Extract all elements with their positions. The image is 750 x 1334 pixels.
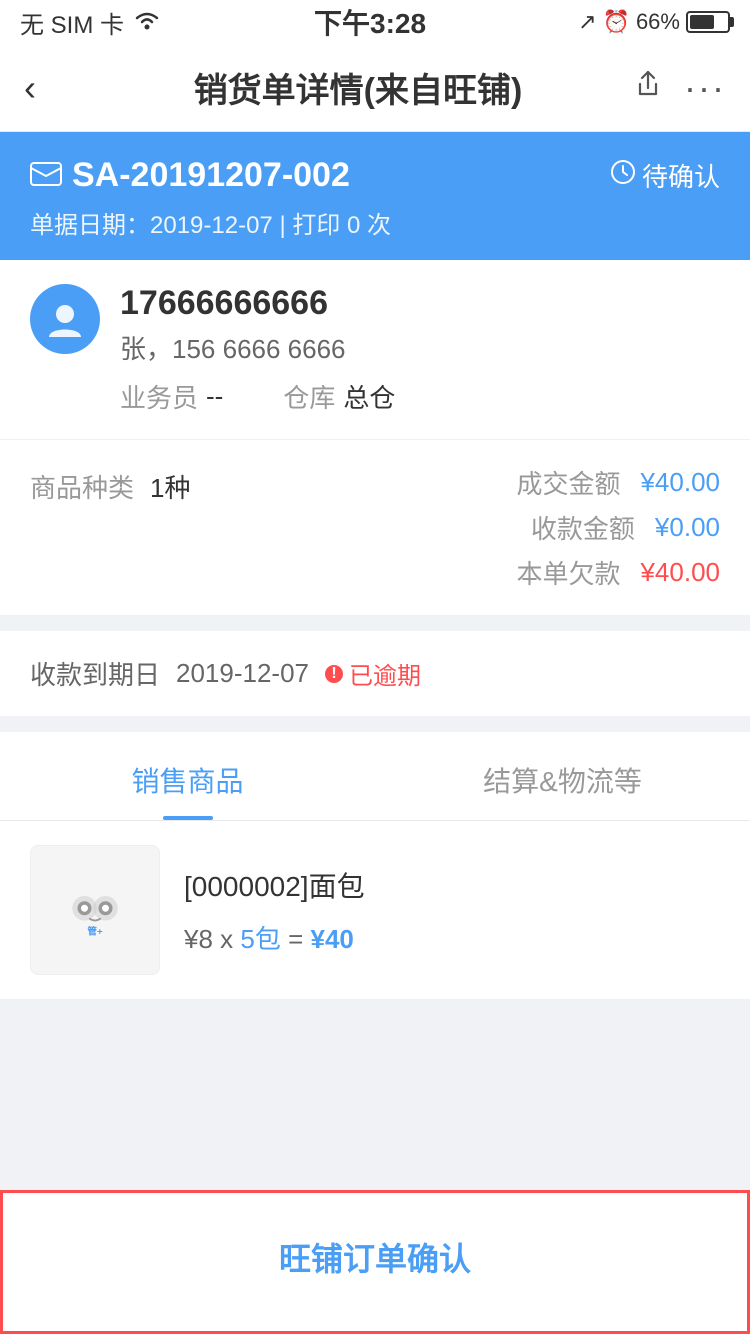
svg-text:管+: 管+ bbox=[87, 926, 103, 938]
payment-amount-row: 收款金额 ¥0.00 bbox=[531, 509, 720, 546]
battery-percent: 66% bbox=[636, 9, 680, 35]
owed-amount-row: 本单欠款 ¥40.00 bbox=[516, 554, 720, 591]
clock-icon bbox=[610, 159, 636, 192]
battery-icon bbox=[686, 11, 730, 33]
deal-amount-label: 成交金额 bbox=[516, 464, 620, 501]
tab-products[interactable]: 销售商品 bbox=[0, 732, 375, 820]
product-list: 管+ [0000002]面包 ¥8 x 5包 = ¥40 bbox=[0, 821, 750, 999]
overdue-text: 已逾期 bbox=[349, 656, 421, 691]
more-button[interactable]: ··· bbox=[684, 67, 726, 109]
product-price: ¥8 x 5包 = ¥40 bbox=[184, 919, 720, 956]
status-text: 待确认 bbox=[642, 157, 720, 194]
salesperson-label: 业务员 bbox=[120, 378, 198, 415]
order-header: SA-20191207-002 待确认 单据日期：2019-12-07 | 打印… bbox=[0, 132, 750, 260]
owed-amount-label: 本单欠款 bbox=[516, 554, 620, 591]
product-type-label: 商品种类 bbox=[30, 468, 134, 505]
customer-info: 17666666666 张，156 6666 6666 业务员 -- 仓库 总仓 bbox=[120, 284, 720, 415]
alarm-icon: ⏰ bbox=[603, 9, 630, 35]
back-button[interactable]: ‹ bbox=[24, 67, 84, 109]
due-date-section: 收款到期日 2019-12-07 ! 已逾期 bbox=[0, 631, 750, 716]
warehouse-item: 仓库 总仓 bbox=[283, 378, 395, 415]
overdue-icon: ! bbox=[325, 665, 343, 683]
overdue-badge: ! 已逾期 bbox=[325, 656, 421, 691]
summary-section: 商品种类 1种 成交金额 ¥40.00 收款金额 ¥0.00 本单欠款 ¥40.… bbox=[0, 439, 750, 615]
wifi-icon bbox=[132, 8, 162, 37]
product-type-value: 1种 bbox=[150, 468, 190, 505]
payment-amount-value: ¥0.00 bbox=[655, 512, 720, 543]
location-icon: ↗ bbox=[578, 9, 596, 35]
tab-settlement[interactable]: 结算&物流等 bbox=[375, 732, 750, 820]
due-date-label: 收款到期日 bbox=[30, 655, 160, 692]
warehouse-value: 总仓 bbox=[343, 378, 395, 415]
deal-amount-value: ¥40.00 bbox=[640, 467, 720, 498]
warehouse-label: 仓库 bbox=[283, 378, 335, 415]
salesperson-item: 业务员 -- bbox=[120, 378, 223, 415]
order-meta: 单据日期：2019-12-07 | 打印 0 次 bbox=[30, 205, 720, 240]
deal-amount-row: 成交金额 ¥40.00 bbox=[516, 464, 720, 501]
order-id: SA-20191207-002 bbox=[30, 156, 350, 195]
price-total: ¥40 bbox=[310, 924, 353, 954]
price-sep: = bbox=[281, 924, 311, 954]
nav-actions: ··· bbox=[632, 67, 726, 109]
due-date-value: 2019-12-07 bbox=[176, 658, 309, 689]
order-icon bbox=[30, 156, 62, 195]
price-base: ¥8 x bbox=[184, 924, 240, 954]
product-name: [0000002]面包 bbox=[184, 865, 720, 905]
product-item: 管+ [0000002]面包 ¥8 x 5包 = ¥40 bbox=[0, 821, 750, 999]
price-qty: 5包 bbox=[240, 924, 280, 954]
status-time: 下午3:28 bbox=[314, 2, 426, 42]
payment-amount-label: 收款金额 bbox=[531, 509, 635, 546]
customer-phone: 17666666666 bbox=[120, 284, 720, 323]
status-bar: 无 SIM 卡 下午3:28 ↗ ⏰ 66% bbox=[0, 0, 750, 44]
page-title: 销货单详情(来自旺铺) bbox=[84, 63, 632, 112]
order-status: 待确认 bbox=[610, 157, 720, 194]
tabs-bar: 销售商品 结算&物流等 bbox=[0, 732, 750, 821]
customer-card: 17666666666 张，156 6666 6666 业务员 -- 仓库 总仓… bbox=[0, 260, 750, 615]
product-type: 商品种类 1种 bbox=[30, 464, 516, 505]
customer-name: 张，156 6666 6666 bbox=[120, 329, 720, 366]
order-header-top: SA-20191207-002 待确认 bbox=[30, 156, 720, 195]
owed-amount-value: ¥40.00 bbox=[640, 557, 720, 588]
customer-meta: 业务员 -- 仓库 总仓 bbox=[120, 378, 720, 415]
product-image: 管+ bbox=[30, 845, 160, 975]
status-left: 无 SIM 卡 bbox=[20, 5, 162, 40]
confirm-btn-wrapper: 旺铺订单确认 bbox=[0, 1190, 750, 1334]
status-right: ↗ ⏰ 66% bbox=[578, 9, 730, 35]
avatar bbox=[30, 284, 100, 354]
salesperson-value: -- bbox=[206, 381, 223, 412]
product-details: [0000002]面包 ¥8 x 5包 = ¥40 bbox=[184, 865, 720, 956]
nav-bar: ‹ 销货单详情(来自旺铺) ··· bbox=[0, 44, 750, 132]
carrier-text: 无 SIM 卡 bbox=[20, 5, 124, 40]
confirm-order-button[interactable]: 旺铺订单确认 bbox=[33, 1213, 717, 1301]
share-button[interactable] bbox=[632, 68, 664, 108]
amounts-summary: 成交金额 ¥40.00 收款金额 ¥0.00 本单欠款 ¥40.00 bbox=[516, 464, 720, 591]
customer-section: 17666666666 张，156 6666 6666 业务员 -- 仓库 总仓 bbox=[0, 260, 750, 439]
